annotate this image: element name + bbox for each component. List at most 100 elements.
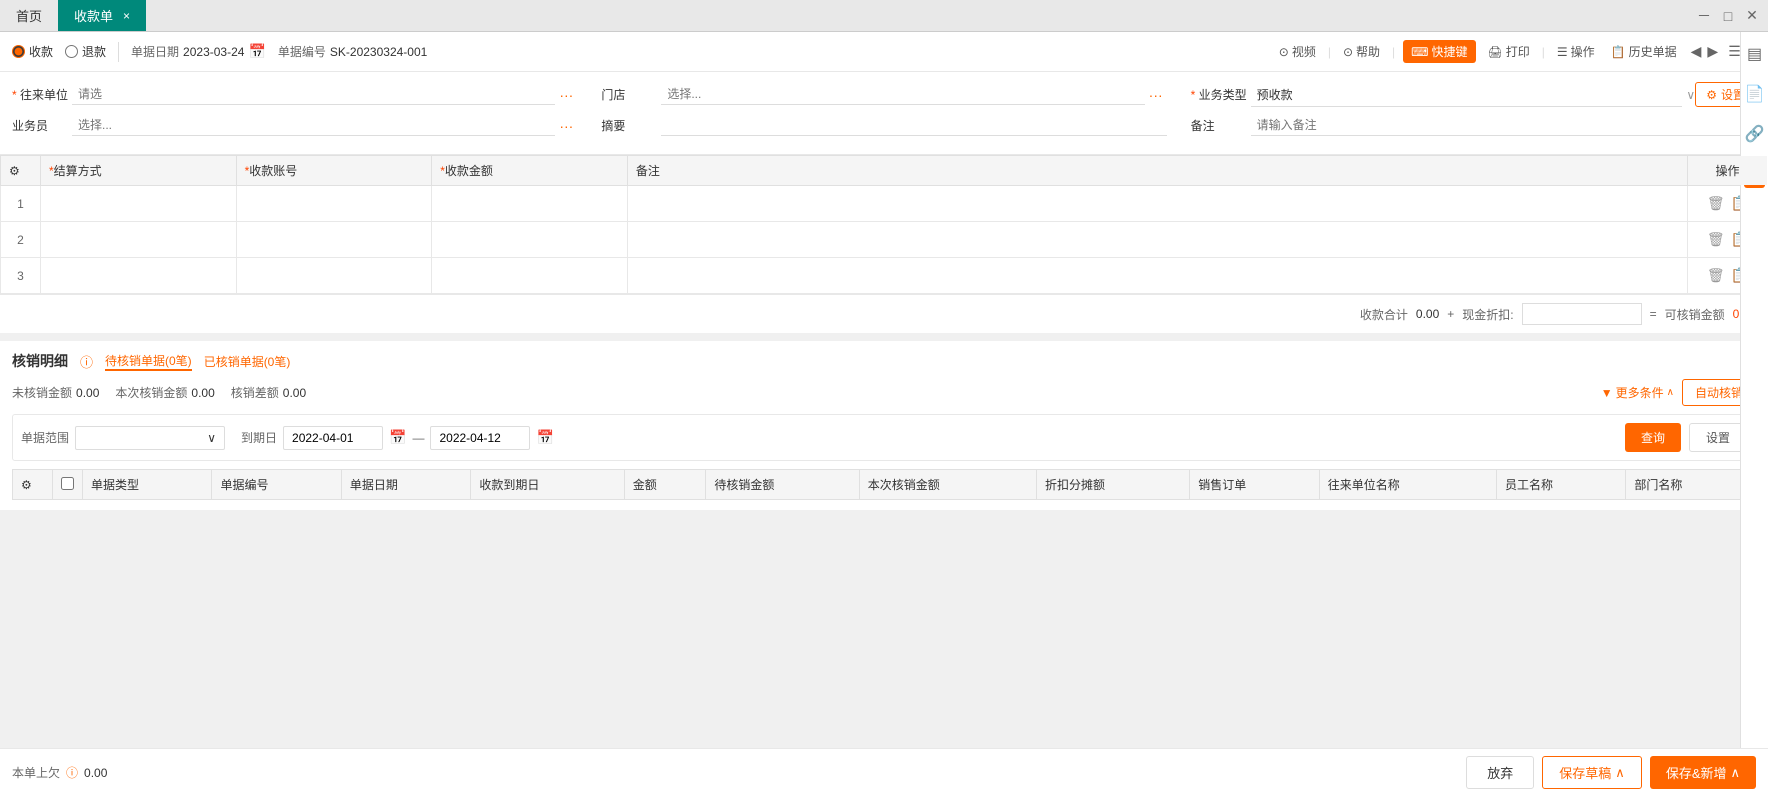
remark-header: 备注 [627,156,1687,186]
save-draft-dropdown-icon[interactable]: ∧ [1615,765,1625,781]
pending-tab[interactable]: 待核销单据(0笔) [105,352,192,371]
tab-home[interactable]: 首页 [0,0,58,31]
amount-header2: 金额 [624,470,706,500]
equals-sign: = [1650,307,1657,321]
refund-radio[interactable]: 退款 [65,43,106,60]
save-draft-btn[interactable]: 保存草稿 ∧ [1542,756,1642,789]
verification-section: 核销明细 ⓘ 待核销单据(0笔) 已核销单据(0笔) 未核销金额 0.00 本次… [0,341,1768,510]
account-cell-1[interactable] [236,186,432,222]
save-new-btn[interactable]: 保存&新增 ∧ [1650,756,1756,789]
form-row-1: * 往来单位 ··· 门店 ··· [12,82,1756,107]
list-view-icon[interactable]: ☰ [1728,43,1741,60]
close-btn[interactable]: ✕ [1744,8,1760,24]
salesperson-more-btn[interactable]: ··· [555,118,577,134]
remark-label: 备注 [1191,117,1251,134]
next-arrow[interactable]: ▶ [1705,43,1720,60]
maximize-btn[interactable]: □ [1720,8,1736,24]
remark-cell-3[interactable] [627,258,1687,294]
range-filter: 单据范围 ∨ [21,426,225,450]
sales-order-header: 销售订单 [1190,470,1319,500]
gear-header[interactable]: ⚙ [1,156,41,186]
delete-row-1-icon[interactable]: 🗑 [1707,195,1725,212]
print-btn[interactable]: 🖨 打印 [1484,41,1534,62]
counterpart-input[interactable] [72,84,555,105]
counterpart-name-header: 往来单位名称 [1319,470,1496,500]
amount-cell-1[interactable] [432,186,628,222]
remark-cell-1[interactable] [627,186,1687,222]
filter-settings-btn[interactable]: 设置 [1689,423,1747,452]
business-type-dropdown-icon[interactable]: ∨ [1686,88,1695,102]
video-btn[interactable]: ⊙ 视频 [1275,41,1320,62]
sidebar-table-icon[interactable]: ▤ [1743,40,1766,68]
row-num-3: 3 [1,258,41,294]
receipt-radio[interactable]: 收款 [12,43,53,60]
checkbox-header[interactable] [53,470,83,500]
info-icon[interactable]: ⓘ [80,352,93,371]
save-new-dropdown-icon[interactable]: ∧ [1730,765,1740,781]
summary-field: 摘要 [601,115,1166,136]
table-header-row: ⚙ *结算方式 *收款账号 *收款金额 备注 操作 [1,156,1768,186]
form-area: * 往来单位 ··· 门店 ··· [0,72,1768,155]
section-separator [0,333,1768,341]
query-btn[interactable]: 查询 [1625,423,1681,452]
settlement-cell-1[interactable] [41,186,237,222]
amount-header: *收款金额 [432,156,628,186]
help-btn[interactable]: ⊙ 帮助 [1339,41,1384,62]
calendar-icon[interactable]: 📅 [248,43,265,60]
remark-cell-2[interactable] [627,222,1687,258]
summary-input[interactable] [661,115,1166,136]
shortcut-btn[interactable]: ⌨ 快捷键 [1403,40,1475,63]
tab-home-label: 首页 [16,6,42,25]
settlement-cell-3[interactable] [41,258,237,294]
account-cell-2[interactable] [236,222,432,258]
operation-btn[interactable]: ☰ 操作 [1553,41,1599,62]
date-label: 单据日期 [131,43,179,60]
verification-table: ⚙ 单据类型 单据编号 单据日期 收款到期日 金额 待核销金额 本次核销金额 折… [12,469,1756,500]
calendar-to-icon[interactable]: 📅 [536,429,553,446]
amount-cell-2[interactable] [432,222,628,258]
toolbar: 收款 退款 单据日期 2023-03-24 📅 单据编号 SK-20230324… [0,32,1768,72]
nav-arrows: ◀ ▶ [1689,43,1721,60]
sidebar-link-icon[interactable]: 🔗 [1741,120,1768,148]
minimize-btn[interactable]: － [1696,8,1712,24]
date-from-input[interactable] [283,426,383,450]
discount-input[interactable] [1522,303,1642,325]
store-input[interactable] [661,84,1144,105]
settlement-cell-2[interactable] [41,222,237,258]
salesperson-input[interactable] [72,115,555,136]
delete-row-2-icon[interactable]: 🗑 [1707,231,1725,248]
prev-arrow[interactable]: ◀ [1689,43,1704,60]
amount-cell-3[interactable] [432,258,628,294]
unverified-label: 未核销金额 [12,384,72,401]
store-more-btn[interactable]: ··· [1145,87,1167,103]
toolbar-right: ⊙ 视频 | ⊙ 帮助 | ⌨ 快捷键 🖨 打印 | [1275,40,1756,63]
delete-row-3-icon[interactable]: 🗑 [1707,267,1725,284]
calendar-from-icon[interactable]: 📅 [389,429,406,446]
more-conditions-btn[interactable]: ▼ 更多条件 ∧ [1601,384,1674,401]
tab-close-icon[interactable]: × [123,9,130,23]
abandon-btn[interactable]: 放弃 [1466,756,1534,789]
range-select[interactable]: ∨ [75,426,225,450]
info-icon-bottom: ⓘ [66,764,78,781]
verifiable-label: 可核销金额 [1665,306,1725,323]
counterpart-more-btn[interactable]: ··· [555,87,577,103]
store-label: 门店 [601,86,661,103]
per-order-label: 本单上欠 [12,764,60,781]
doc-date-header: 单据日期 [341,470,470,500]
ver-gear-header[interactable]: ⚙ [13,470,53,500]
verified-tab[interactable]: 已核销单据(0笔) [204,353,291,370]
account-cell-3[interactable] [236,258,432,294]
range-dropdown-icon: ∨ [207,431,216,445]
table-row: 3 🗑 📋 [1,258,1768,294]
business-type-select[interactable]: 预收款 ∨ [1251,83,1696,107]
plus-sign: + [1447,307,1454,321]
right-sidebar: ▤ 📄 🔗 ↗ [1740,32,1768,748]
operation-header: 操作 [1688,156,1768,186]
tab-current[interactable]: 收款单 × [58,0,146,31]
date-separator: — [412,431,424,445]
history-btn[interactable]: 📋 历史单据 [1607,41,1681,62]
date-to-input[interactable] [430,426,530,450]
sidebar-doc-icon[interactable]: 📄 [1741,80,1768,108]
unverified-value: 0.00 [76,386,99,400]
remark-input[interactable] [1251,115,1756,136]
